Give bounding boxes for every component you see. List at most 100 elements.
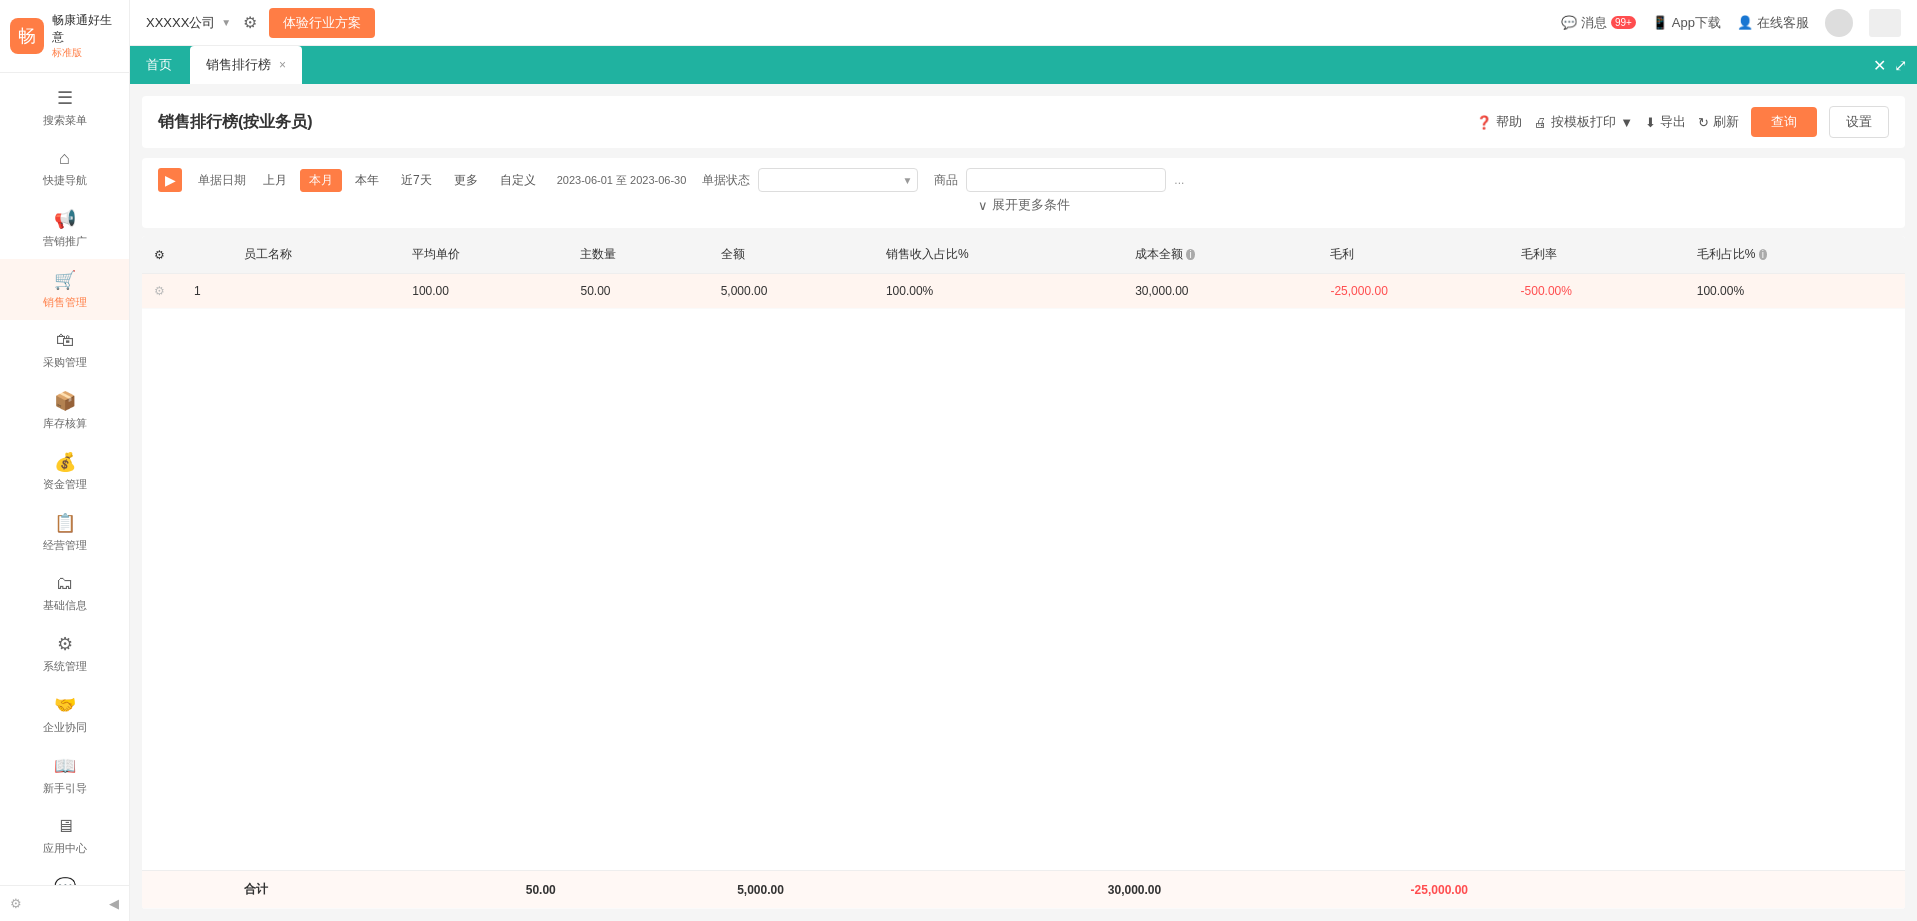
page-actions: ❓ 帮助 🖨 按模板打印 ▼ ⬇ 导出 ↻ 刷新 查询 设置 xyxy=(1476,106,1889,138)
goods-more-link[interactable]: ... xyxy=(1174,173,1184,187)
row-sales-pct: 100.00% xyxy=(874,274,1123,309)
row-rank: 1 xyxy=(182,274,232,309)
sidebar-item-marketing[interactable]: 📢 营销推广 xyxy=(0,198,129,259)
tab-sales-ranking[interactable]: 销售排行榜 × xyxy=(190,46,302,84)
table-row: ⚙ 1 100.00 50.00 5,000.00 100.00% 30,000… xyxy=(142,274,1905,309)
sidebar-item-system[interactable]: ⚙ 系统管理 xyxy=(0,623,129,684)
sidebar-item-finance-label: 资金管理 xyxy=(43,477,87,492)
tabbar-right: ✕ ⤢ xyxy=(1873,56,1917,75)
sidebar-item-guide[interactable]: 📖 新手引导 xyxy=(0,745,129,806)
date-filter-label: 单据日期 xyxy=(198,172,246,189)
sidebar-item-inventory-label: 库存核算 xyxy=(43,416,87,431)
tab-sales-ranking-label: 销售排行榜 xyxy=(206,56,271,74)
footer-amount: 5,000.00 xyxy=(725,871,1002,909)
footer-profit-pct xyxy=(1811,871,1905,909)
collapse-sidebar-icon[interactable]: ◀ xyxy=(109,896,119,911)
footer-avg-price xyxy=(420,871,514,909)
col-name: 员工名称 xyxy=(232,236,400,274)
marketing-icon: 📢 xyxy=(54,208,76,230)
status-select[interactable] xyxy=(758,168,918,192)
date-opt-custom[interactable]: 自定义 xyxy=(491,169,545,192)
footer-qty: 50.00 xyxy=(514,871,725,909)
tabbar: 首页 销售排行榜 × ✕ ⤢ xyxy=(130,46,1917,84)
row-cost: 30,000.00 xyxy=(1123,274,1318,309)
refresh-button[interactable]: ↻ 刷新 xyxy=(1698,113,1739,131)
logo-area: 畅 畅康通好生意 标准版 xyxy=(0,0,129,73)
sidebar-item-apps[interactable]: 🖥 应用中心 xyxy=(0,806,129,866)
msg-badge: 99+ xyxy=(1611,16,1636,29)
home-icon: ⌂ xyxy=(59,148,70,169)
settings-button[interactable]: 设置 xyxy=(1829,106,1889,138)
date-range-display: 2023-06-01 至 2023-06-30 xyxy=(557,173,687,188)
row-settings: ⚙ xyxy=(142,274,182,309)
sidebar-item-search-label: 搜索菜单 xyxy=(43,113,87,128)
sidebar-item-inventory[interactable]: 📦 库存核算 xyxy=(0,380,129,441)
print-button[interactable]: 🖨 按模板打印 ▼ xyxy=(1534,113,1633,131)
col-avg-price: 平均单价 xyxy=(400,236,568,274)
date-opt-7days[interactable]: 近7天 xyxy=(392,169,441,192)
footer-sales-pct xyxy=(1002,871,1096,909)
user-name-area[interactable] xyxy=(1869,9,1901,37)
row-avg-price: 100.00 xyxy=(400,274,568,309)
sidebar-item-search[interactable]: ☰ 搜索菜单 xyxy=(0,77,129,138)
tab-close-button[interactable]: ✕ xyxy=(1873,56,1886,75)
status-select-wrapper: ▼ xyxy=(758,168,918,192)
footer-label: 合计 xyxy=(232,871,420,909)
finance-icon: 💰 xyxy=(54,451,76,473)
tab-close-icon[interactable]: × xyxy=(279,58,286,72)
sidebar-item-collab-label: 企业协同 xyxy=(43,720,87,735)
sidebar-item-basic[interactable]: 🗂 基础信息 xyxy=(0,563,129,623)
operation-icon: 📋 xyxy=(54,512,76,534)
table-footer-row: 合计 50.00 5,000.00 30,000.00 -25,000.00 xyxy=(142,871,1905,909)
sales-icon: 🛒 xyxy=(54,269,76,291)
footer-profit: -25,000.00 xyxy=(1399,871,1717,909)
row-profit-rate: -500.00% xyxy=(1509,274,1685,309)
sidebar-item-shortcut-label: 快捷导航 xyxy=(43,173,87,188)
msg-button[interactable]: 💬 消息 99+ xyxy=(1561,14,1636,32)
sidebar-item-purchase[interactable]: 🛍 采购管理 xyxy=(0,320,129,380)
export-button[interactable]: ⬇ 导出 xyxy=(1645,113,1686,131)
filter-collapse-btn[interactable]: ▶ xyxy=(158,168,182,192)
basic-icon: 🗂 xyxy=(56,573,74,594)
filter-row-main: ▶ 单据日期 上月 本月 本年 近7天 更多 自定义 2023-06-01 至 … xyxy=(158,168,1889,192)
sidebar-item-marketing-label: 营销推广 xyxy=(43,234,87,249)
expand-row: ∨ 展开更多条件 xyxy=(158,192,1889,218)
trial-button[interactable]: 体验行业方案 xyxy=(269,8,375,38)
settings-bottom-icon[interactable]: ⚙ xyxy=(10,896,22,911)
purchase-icon: 🛍 xyxy=(56,330,74,351)
online-service-button[interactable]: 👤 在线客服 xyxy=(1737,14,1809,32)
user-avatar[interactable] xyxy=(1825,9,1853,37)
date-opt-this-year[interactable]: 本年 xyxy=(346,169,388,192)
company-selector[interactable]: XXXXX公司 ▼ xyxy=(146,14,231,32)
query-button[interactable]: 查询 xyxy=(1751,107,1817,137)
date-opt-last-month[interactable]: 上月 xyxy=(254,169,296,192)
app-download-button[interactable]: 📱 App下载 xyxy=(1652,14,1721,32)
sidebar-item-shortcut[interactable]: ⌂ 快捷导航 xyxy=(0,138,129,198)
help-button[interactable]: ❓ 帮助 xyxy=(1476,113,1522,131)
footer-profit-rate xyxy=(1717,871,1811,909)
guide-icon: 📖 xyxy=(54,755,76,777)
expand-conditions-button[interactable]: ∨ 展开更多条件 xyxy=(978,196,1070,214)
table-header-row: ⚙ 员工名称 平均单价 主数量 全额 销售收入占比% 成本全额 i 毛利 毛利率… xyxy=(142,236,1905,274)
row-name xyxy=(232,274,400,309)
tab-home[interactable]: 首页 xyxy=(130,46,188,84)
filter-goods-item: 商品 ... xyxy=(934,168,1184,192)
sidebar-item-finance[interactable]: 💰 资金管理 xyxy=(0,441,129,502)
date-options: 上月 本月 本年 近7天 更多 自定义 xyxy=(254,169,545,192)
sidebar-item-collab[interactable]: 🤝 企业协同 xyxy=(0,684,129,745)
refresh-icon: ↻ xyxy=(1698,115,1709,130)
help-icon: ❓ xyxy=(1476,115,1492,130)
content-area: 销售排行榜(按业务员) ❓ 帮助 🖨 按模板打印 ▼ ⬇ 导出 ↻ 刷新 xyxy=(130,84,1917,921)
goods-input[interactable] xyxy=(966,168,1166,192)
company-name: XXXXX公司 xyxy=(146,14,215,32)
app-download-label: App下载 xyxy=(1672,14,1721,32)
tab-maximize-button[interactable]: ⤢ xyxy=(1894,56,1907,75)
date-opt-this-month[interactable]: 本月 xyxy=(300,169,342,192)
row-amount: 5,000.00 xyxy=(709,274,874,309)
sidebar-item-wechat[interactable]: 💬 企业微信 xyxy=(0,866,129,885)
sidebar-item-operation[interactable]: 📋 经营管理 xyxy=(0,502,129,563)
date-opt-more[interactable]: 更多 xyxy=(445,169,487,192)
col-profit-pct: 毛利占比% i xyxy=(1685,236,1905,274)
sidebar-item-sales[interactable]: 🛒 销售管理 xyxy=(0,259,129,320)
topbar-gear-icon[interactable]: ⚙ xyxy=(243,13,257,32)
